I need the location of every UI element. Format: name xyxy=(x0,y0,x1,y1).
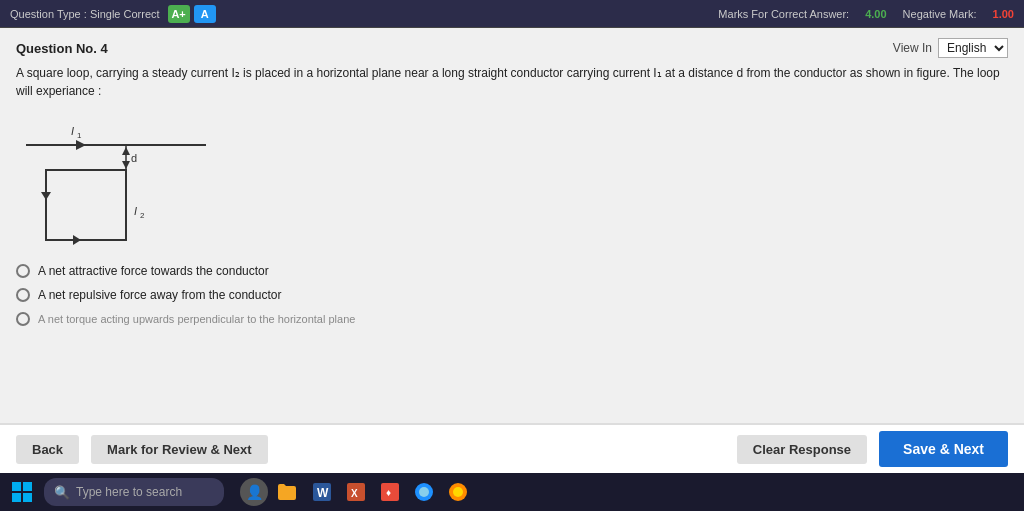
top-bar: Question Type : Single Correct A+ A Mark… xyxy=(0,0,1024,28)
taskbar-word-icon[interactable]: W xyxy=(308,478,336,506)
option-b[interactable]: A net repulsive force away from the cond… xyxy=(16,288,1008,302)
negative-value: 1.00 xyxy=(993,8,1014,20)
option-c-radio[interactable] xyxy=(16,312,30,326)
option-a-radio[interactable] xyxy=(16,264,30,278)
svg-rect-13 xyxy=(12,482,21,491)
svg-text:X: X xyxy=(351,488,358,499)
taskbar-app-icons: 👤 W X ♦ xyxy=(240,478,472,506)
main-content: Question No. 4 View In English A square … xyxy=(0,28,1024,423)
view-in-section: View In English xyxy=(893,38,1008,58)
options-list: A net attractive force towards the condu… xyxy=(16,264,1008,326)
taskbar-search[interactable]: 🔍 Type here to search xyxy=(44,478,224,506)
taskbar-excel-icon[interactable]: X xyxy=(342,478,370,506)
svg-text:d: d xyxy=(131,152,137,164)
svg-rect-16 xyxy=(23,493,32,502)
svg-marker-6 xyxy=(122,161,130,169)
badge-a-plus: A+ xyxy=(168,5,190,23)
svg-rect-14 xyxy=(23,482,32,491)
svg-text:I: I xyxy=(71,125,74,137)
badge-a: A xyxy=(194,5,216,23)
back-button[interactable]: Back xyxy=(16,435,79,464)
option-b-text: A net repulsive force away from the cond… xyxy=(38,288,281,302)
bottom-toolbar: Back Mark for Review & Next Clear Respon… xyxy=(0,423,1024,473)
marks-value: 4.00 xyxy=(865,8,886,20)
svg-marker-9 xyxy=(41,192,51,200)
figure-area: I 1 d I 2 xyxy=(16,110,1008,254)
question-header: Question No. 4 View In English xyxy=(16,38,1008,58)
view-in-label: View In xyxy=(893,41,932,55)
svg-text:1: 1 xyxy=(77,131,82,140)
save-next-button[interactable]: Save & Next xyxy=(879,431,1008,467)
taskbar-folder-icon[interactable] xyxy=(274,478,302,506)
svg-text:♦: ♦ xyxy=(386,487,391,498)
svg-text:I: I xyxy=(134,205,137,217)
taskbar-app1-icon[interactable]: ♦ xyxy=(376,478,404,506)
svg-point-24 xyxy=(419,487,429,497)
marks-label: Marks For Correct Answer: xyxy=(718,8,849,20)
taskbar: 🔍 Type here to search 👤 W X ♦ xyxy=(0,473,1024,511)
windows-logo-icon xyxy=(12,482,32,502)
question-type-label: Question Type : Single Correct xyxy=(10,8,160,20)
svg-marker-10 xyxy=(73,235,81,245)
windows-start-button[interactable] xyxy=(8,478,36,506)
option-a[interactable]: A net attractive force towards the condu… xyxy=(16,264,1008,278)
option-c[interactable]: A net torque acting upwards perpendicula… xyxy=(16,312,1008,326)
svg-rect-8 xyxy=(46,170,126,240)
search-placeholder-text: Type here to search xyxy=(76,485,182,499)
svg-text:2: 2 xyxy=(140,211,145,220)
svg-marker-5 xyxy=(122,147,130,155)
question-number: Question No. 4 xyxy=(16,41,108,56)
question-body-text: A square loop, carrying a steady current… xyxy=(16,66,1000,98)
svg-text:W: W xyxy=(317,486,329,500)
option-b-radio[interactable] xyxy=(16,288,30,302)
taskbar-browser-icon[interactable] xyxy=(410,478,438,506)
language-select[interactable]: English xyxy=(938,38,1008,58)
svg-rect-15 xyxy=(12,493,21,502)
svg-marker-1 xyxy=(76,140,86,150)
mark-review-button[interactable]: Mark for Review & Next xyxy=(91,435,268,464)
taskbar-app2-icon[interactable] xyxy=(444,478,472,506)
negative-label: Negative Mark: xyxy=(903,8,977,20)
physics-diagram: I 1 d I 2 xyxy=(16,110,216,250)
svg-point-26 xyxy=(453,487,463,497)
marks-section: Marks For Correct Answer: 4.00 Negative … xyxy=(718,8,1014,20)
clear-response-button[interactable]: Clear Response xyxy=(737,435,867,464)
question-text: A square loop, carrying a steady current… xyxy=(16,64,1008,100)
taskbar-avatar-icon[interactable]: 👤 xyxy=(240,478,268,506)
search-icon: 🔍 xyxy=(54,485,70,500)
option-a-text: A net attractive force towards the condu… xyxy=(38,264,269,278)
option-c-text: A net torque acting upwards perpendicula… xyxy=(38,313,355,325)
